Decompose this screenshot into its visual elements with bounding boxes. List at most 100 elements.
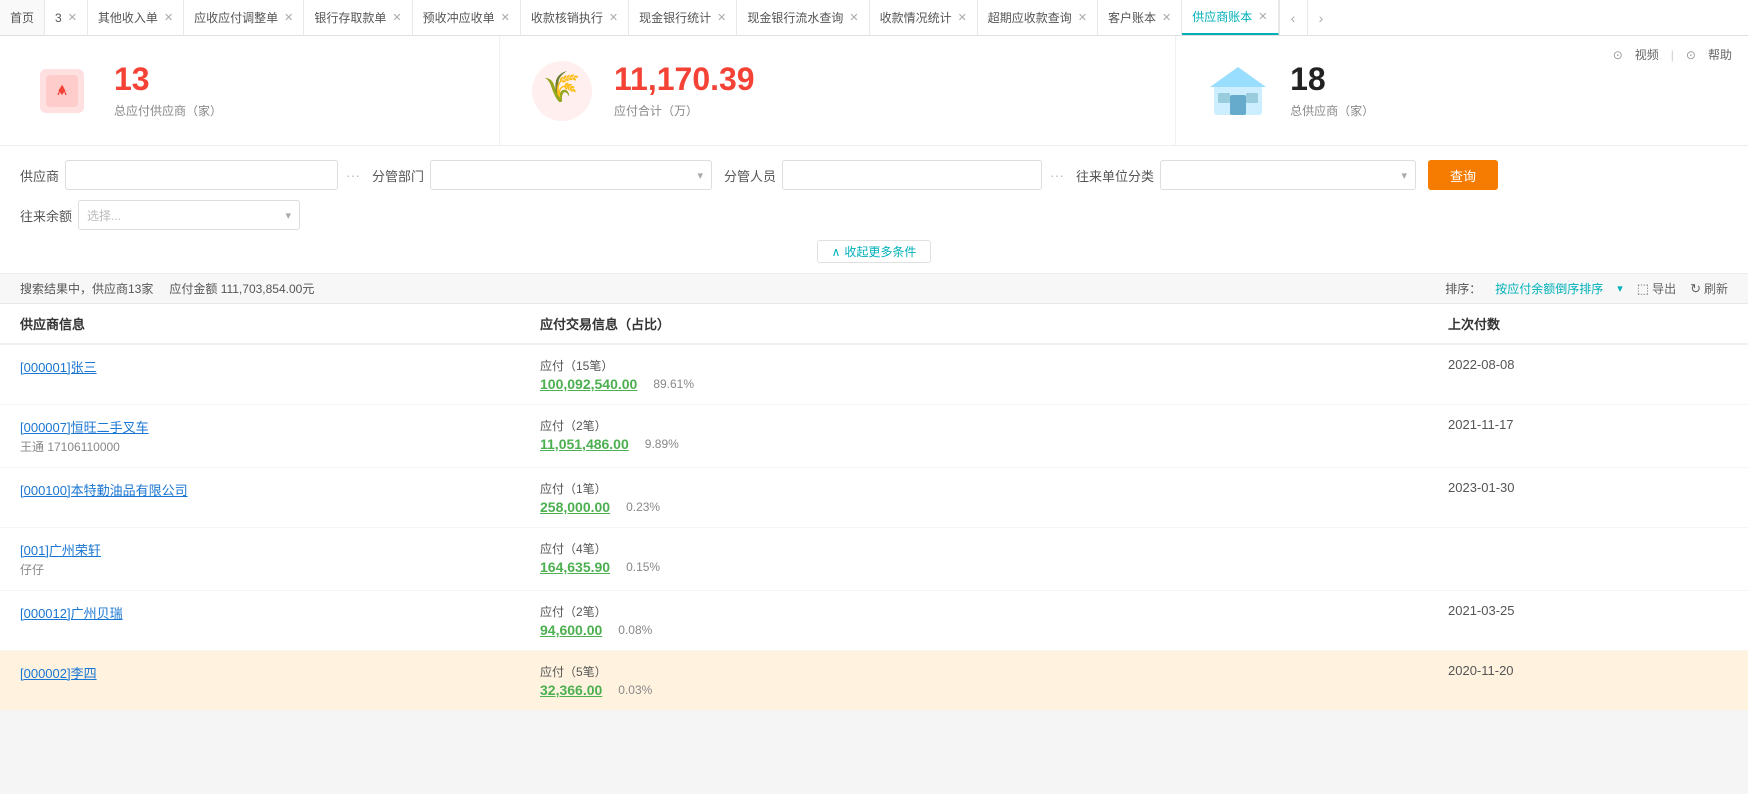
video-link[interactable]: 视频 (1635, 46, 1659, 63)
balance-placeholder: 选择... (87, 207, 121, 224)
payable-amount[interactable]: 32,366.00 (540, 682, 602, 698)
close-icon[interactable]: ✕ (1078, 11, 1087, 24)
nav-tab-receipt-verify[interactable]: 收款核销执行 ✕ (521, 0, 629, 35)
person-filter: 分管人员 ··· (724, 160, 1064, 190)
last-payment-cell: 2021-11-17 (1448, 417, 1728, 432)
payable-pct: 0.03% (618, 683, 652, 697)
last-payment-date: 2021-11-17 (1448, 417, 1514, 432)
table-row: [001]广州荣轩 仔仔 应付（4笔） 164,635.90 0.15% (0, 528, 1748, 591)
sort-dropdown[interactable]: 按应付余额倒序排序 (1495, 280, 1603, 297)
payable-label: 应付（2笔） (540, 417, 1448, 434)
svg-text:🌾: 🌾 (543, 70, 580, 104)
payable-info: 11,051,486.00 9.89% (540, 436, 1448, 452)
supplier-filter: 供应商 ··· (20, 160, 360, 190)
close-icon[interactable]: ✕ (68, 11, 77, 24)
nav-tab-label: 超期应收款查询 (988, 9, 1072, 26)
supplier-link[interactable]: [000001]张三 (20, 357, 540, 376)
filter-row-1: 供应商 ··· 分管部门 ▾ 分管人员 ··· 往来单位分类 ▾ 查询 (20, 160, 1728, 190)
nav-tab-label: 银行存取款单 (314, 9, 386, 26)
close-icon[interactable]: ✕ (164, 11, 173, 24)
nav-arrow-right[interactable]: › (1307, 0, 1335, 35)
nav-tab-supplier-account[interactable]: 供应商账本 ✕ (1182, 0, 1278, 35)
supplier-link[interactable]: [000002]李四 (20, 663, 540, 682)
supplier-info-cell: [001]广州荣轩 仔仔 (20, 540, 540, 578)
close-icon[interactable]: ✕ (958, 11, 967, 24)
nav-tab-collect-stat[interactable]: 收款情况统计 ✕ (870, 0, 978, 35)
nav-tab-label: 其他收入单 (98, 9, 158, 26)
payable-amount[interactable]: 164,635.90 (540, 559, 610, 575)
filter-row-2: 往来余额 选择... ▾ (20, 200, 1728, 230)
search-button[interactable]: 查询 (1428, 160, 1498, 190)
nav-tab-label: 供应商账本 (1192, 8, 1252, 25)
summary-text-3: 18 总供应商（家） (1290, 62, 1374, 118)
close-icon[interactable]: ✕ (849, 11, 858, 24)
chevron-down-icon: ▾ (1401, 169, 1407, 182)
export-icon: ⬚ (1637, 281, 1649, 297)
supplier-label: 供应商 (20, 166, 59, 185)
summary-number-1: 13 (114, 62, 222, 97)
export-button[interactable]: ⬚ 导出 (1637, 280, 1676, 297)
supplier-link[interactable]: [000012]广州贝瑞 (20, 603, 540, 622)
payable-info: 32,366.00 0.03% (540, 682, 1448, 698)
payable-label: 应付（5笔） (540, 663, 1448, 680)
payable-amount[interactable]: 258,000.00 (540, 499, 610, 515)
person-dots-icon[interactable]: ··· (1050, 167, 1064, 183)
category-select[interactable]: ▾ (1160, 160, 1416, 190)
payable-info: 94,600.00 0.08% (540, 622, 1448, 638)
nav-tab-other-income[interactable]: 其他收入单 ✕ (88, 0, 184, 35)
payable-label: 应付（15笔） (540, 357, 1448, 374)
payable-info: 100,092,540.00 89.61% (540, 376, 1448, 392)
supplier-dots-icon[interactable]: ··· (346, 167, 360, 183)
nav-tab-ap-adjust[interactable]: 应收应付调整单 ✕ (184, 0, 304, 35)
nav-arrow-left[interactable]: ‹ (1279, 0, 1307, 35)
close-icon[interactable]: ✕ (1162, 11, 1171, 24)
close-icon[interactable]: ✕ (609, 11, 618, 24)
nav-tab-prepay-collect[interactable]: 预收冲应收单 ✕ (413, 0, 521, 35)
dept-label: 分管部门 (372, 166, 424, 185)
payable-info: 258,000.00 0.23% (540, 499, 1448, 515)
collapse-button[interactable]: ∧ 收起更多条件 (817, 240, 932, 263)
nav-tab-label: 现金银行流水查询 (747, 9, 843, 26)
summary-card-total-suppliers: ♦ A 13 总应付供应商（家） (0, 36, 500, 145)
supplier-link[interactable]: [000100]本特勤油品有限公司 (20, 480, 540, 499)
chevron-down-icon: ▾ (697, 169, 703, 182)
last-payment-date: 2022-08-08 (1448, 357, 1515, 372)
collapse-bar: ∧ 收起更多条件 (20, 240, 1728, 263)
payable-amount[interactable]: 94,600.00 (540, 622, 602, 638)
table-row: [000100]本特勤油品有限公司 应付（1笔） 258,000.00 0.23… (0, 468, 1748, 528)
payable-pct: 0.15% (626, 560, 660, 574)
dept-select[interactable]: ▾ (430, 160, 712, 190)
balance-select[interactable]: 选择... ▾ (78, 200, 300, 230)
close-icon[interactable]: ✕ (392, 11, 401, 24)
category-filter: 往来单位分类 ▾ (1076, 160, 1416, 190)
nav-tab-cash-bank-stat[interactable]: 现金银行统计 ✕ (629, 0, 737, 35)
last-payment-cell: 2021-03-25 (1448, 603, 1728, 618)
supplier-link[interactable]: [001]广州荣轩 (20, 540, 540, 559)
help-link[interactable]: 帮助 (1708, 46, 1732, 63)
nav-tab-label: 3 (55, 11, 62, 25)
nav-tab-home[interactable]: 首页 (0, 0, 45, 35)
payable-label: 应付（4笔） (540, 540, 1448, 557)
close-icon[interactable]: ✕ (284, 11, 293, 24)
refresh-button[interactable]: ↻ 刷新 (1690, 280, 1728, 297)
supplier-input[interactable] (65, 160, 338, 190)
supplier-link[interactable]: [000007]恒旺二手叉车 (20, 417, 540, 436)
nav-tab-3[interactable]: 3 ✕ (45, 0, 88, 35)
nav-tab-bank-deposit[interactable]: 银行存取款单 ✕ (304, 0, 412, 35)
close-icon[interactable]: ✕ (717, 11, 726, 24)
close-icon[interactable]: ✕ (1258, 10, 1267, 23)
nav-tab-customer-account[interactable]: 客户账本 ✕ (1098, 0, 1182, 35)
person-input[interactable] (782, 160, 1042, 190)
nav-tab-overdue-collect[interactable]: 超期应收款查询 ✕ (978, 0, 1098, 35)
nav-tab-label: 首页 (10, 9, 34, 26)
result-actions: 排序： 按应付余额倒序排序▾ ⬚ 导出 ↻ 刷新 (1445, 280, 1728, 297)
top-nav: 首页 3 ✕ 其他收入单 ✕ 应收应付调整单 ✕ 银行存取款单 ✕ 预收冲应收单… (0, 0, 1748, 36)
close-icon[interactable]: ✕ (501, 11, 510, 24)
nav-tab-label: 现金银行统计 (639, 9, 711, 26)
payable-amount[interactable]: 100,092,540.00 (540, 376, 637, 392)
dept-filter: 分管部门 ▾ (372, 160, 712, 190)
nav-tab-label: 客户账本 (1108, 9, 1156, 26)
summary-card-total-payable: 🌾 11,170.39 应付合计（万） (500, 36, 1176, 145)
payable-amount[interactable]: 11,051,486.00 (540, 436, 629, 452)
nav-tab-cash-bank-flow[interactable]: 现金银行流水查询 ✕ (737, 0, 869, 35)
